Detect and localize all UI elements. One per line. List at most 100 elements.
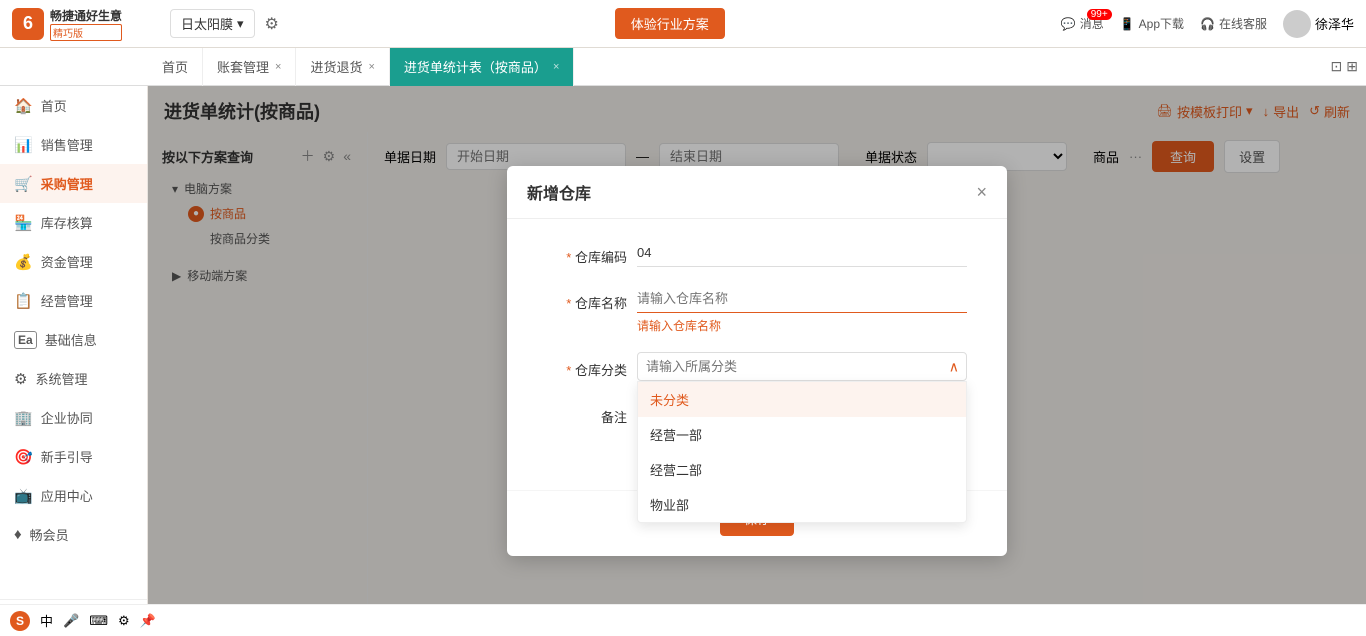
name-input-wrap: 请输入仓库名称 (637, 285, 967, 334)
tab-account-close[interactable]: × (275, 61, 281, 73)
store-selector[interactable]: 日太阳膜 ▾ (170, 9, 255, 38)
sidebar-item-guide[interactable]: 🎯 新手引导 (0, 437, 147, 476)
mobile-icon: 📱 (1120, 17, 1135, 31)
logo-title: 畅捷通好生意 (50, 7, 122, 24)
sidebar-item-base[interactable]: Ea 基础信息 (0, 320, 147, 359)
modal-title: 新增仓库 (527, 180, 976, 204)
sidebar-item-finance-label: 资金管理 (41, 252, 93, 271)
tab-account[interactable]: 账套管理 × (203, 48, 296, 86)
content-area: 进货单统计(按商品) 🖨 按模板打印 ▾ ↓ 导出 ↺ 刷新 (148, 86, 1366, 636)
finance-icon: 💰 (14, 253, 33, 271)
logo-area: 6 畅捷通好生意 精巧版 (12, 7, 160, 41)
status-bar: S 中 🎤 ⌨ ⚙ 📌 (0, 604, 1366, 636)
dropdown-item-dept2[interactable]: 经营二部 (638, 452, 966, 487)
modal-header: 新增仓库 × (507, 166, 1007, 219)
tab-account-label: 账套管理 (217, 57, 269, 76)
messages-badge: 99+ (1087, 9, 1112, 20)
avatar (1283, 10, 1311, 38)
form-row-category: * 仓库分类 ∧ 未分类 经营一部 经营二部 物业部 (547, 352, 967, 381)
tab-purchase-stat[interactable]: 进货单统计表（按商品） × (390, 48, 574, 86)
sidebar-item-enterprise-label: 企业协同 (41, 408, 93, 427)
logo-badge: 精巧版 (50, 24, 122, 41)
sidebar-item-sales[interactable]: 📊 销售管理 (0, 125, 147, 164)
category-input[interactable] (637, 352, 967, 381)
apps-icon: 📺 (14, 487, 33, 505)
remark-label: 备注 (547, 399, 627, 426)
tab-home[interactable]: 首页 (148, 48, 203, 86)
sidebar-item-guide-label: 新手引导 (41, 447, 93, 466)
required-star: * (566, 250, 571, 265)
tab-expand-button[interactable]: ⊞ (1346, 58, 1358, 75)
keyboard-icon[interactable]: ⌨ (89, 613, 108, 629)
tab-purchase-return-label: 进货退货 (310, 57, 362, 76)
sidebar-item-system-label: 系统管理 (35, 369, 87, 388)
sidebar-item-apps[interactable]: 📺 应用中心 (0, 476, 147, 515)
lang-icon[interactable]: 中 (40, 611, 53, 630)
headset-icon: 🎧 (1200, 17, 1215, 31)
logo-icon: 6 (12, 8, 44, 40)
form-row-name: * 仓库名称 请输入仓库名称 (547, 285, 967, 334)
sidebar-item-operation[interactable]: 📋 经营管理 (0, 281, 147, 320)
required-star-name: * (566, 296, 571, 311)
settings-bar-icon[interactable]: ⚙ (118, 613, 130, 629)
pin-icon[interactable]: 📌 (140, 613, 156, 629)
topbar: 6 畅捷通好生意 精巧版 日太阳膜 ▾ ⚙ 体验行业方案 💬 消息 99+ 📱 … (0, 0, 1366, 48)
message-icon: 💬 (1061, 17, 1076, 31)
sidebar-item-finance[interactable]: 💰 资金管理 (0, 242, 147, 281)
name-input[interactable] (637, 285, 967, 313)
modal-body: * 仓库编码 * 仓库名称 (507, 219, 1007, 490)
try-industry-button[interactable]: 体验行业方案 (615, 8, 725, 39)
sidebar-item-inventory[interactable]: 🏪 库存核算 (0, 203, 147, 242)
category-select-wrap: ∧ 未分类 经营一部 经营二部 物业部 (637, 352, 967, 381)
tab-controls: ⊡ ⊞ (1331, 58, 1366, 75)
category-dropdown: 未分类 经营一部 经营二部 物业部 (637, 381, 967, 523)
base-icon: Ea (14, 331, 37, 349)
tabbar: 首页 账套管理 × 进货退货 × 进货单统计表（按商品） × ⊡ ⊞ (0, 48, 1366, 86)
tab-purchase-return[interactable]: 进货退货 × (296, 48, 389, 86)
gear-icon[interactable]: ⚙ (265, 14, 279, 34)
name-error-msg: 请输入仓库名称 (637, 317, 967, 334)
code-label: * 仓库编码 (547, 239, 627, 266)
sidebar-item-vip[interactable]: ♦ 畅会员 (0, 515, 147, 554)
modal-close-button[interactable]: × (976, 182, 987, 203)
sidebar-item-system[interactable]: ⚙ 系统管理 (0, 359, 147, 398)
logo-text: 畅捷通好生意 精巧版 (50, 7, 122, 41)
user-avatar-button[interactable]: 徐泽华 (1283, 10, 1354, 38)
home-icon: 🏠 (14, 97, 33, 115)
form-row-code: * 仓库编码 (547, 239, 967, 267)
sidebar-item-enterprise[interactable]: 🏢 企业协同 (0, 398, 147, 437)
tab-restore-button[interactable]: ⊡ (1331, 58, 1343, 75)
sidebar-item-sales-label: 销售管理 (41, 135, 93, 154)
mic-icon[interactable]: 🎤 (63, 613, 79, 629)
chevron-down-icon: ▾ (237, 16, 244, 32)
messages-button[interactable]: 💬 消息 99+ (1061, 15, 1104, 32)
sidebar-item-vip-label: 畅会员 (30, 525, 69, 544)
required-star-cat: * (566, 363, 571, 378)
select-arrow-icon[interactable]: ∧ (949, 358, 959, 375)
dropdown-item-dept1[interactable]: 经营一部 (638, 417, 966, 452)
tab-purchase-stat-label: 进货单统计表（按商品） (404, 57, 547, 76)
app-download-label: App下载 (1139, 15, 1184, 32)
modal-backdrop: 新增仓库 × * 仓库编码 (148, 86, 1366, 636)
store-name: 日太阳膜 (181, 14, 233, 33)
system-icon: ⚙ (14, 370, 27, 388)
sidebar-item-home[interactable]: 🏠 首页 (0, 86, 147, 125)
s-logo-icon: S (10, 611, 30, 631)
user-name: 徐泽华 (1315, 14, 1354, 33)
dropdown-item-dept3[interactable]: 物业部 (638, 487, 966, 522)
operation-icon: 📋 (14, 292, 33, 310)
app-download-button[interactable]: 📱 App下载 (1120, 15, 1184, 32)
enterprise-icon: 🏢 (14, 409, 33, 427)
dropdown-item-uncategorized[interactable]: 未分类 (638, 382, 966, 417)
sidebar-item-inventory-label: 库存核算 (41, 213, 93, 232)
sidebar: 🏠 首页 📊 销售管理 🛒 采购管理 🏪 库存核算 💰 资金管理 📋 经营管理 … (0, 86, 148, 636)
code-input[interactable] (637, 239, 967, 267)
inventory-icon: 🏪 (14, 214, 33, 232)
sidebar-item-purchase[interactable]: 🛒 采购管理 (0, 164, 147, 203)
code-input-wrap (637, 239, 967, 267)
topbar-right: 💬 消息 99+ 📱 App下载 🎧 在线客服 徐泽华 (1061, 10, 1354, 38)
tab-purchase-stat-close[interactable]: × (553, 61, 559, 73)
online-service-button[interactable]: 🎧 在线客服 (1200, 15, 1267, 32)
sidebar-item-apps-label: 应用中心 (41, 486, 93, 505)
tab-purchase-return-close[interactable]: × (368, 61, 374, 73)
